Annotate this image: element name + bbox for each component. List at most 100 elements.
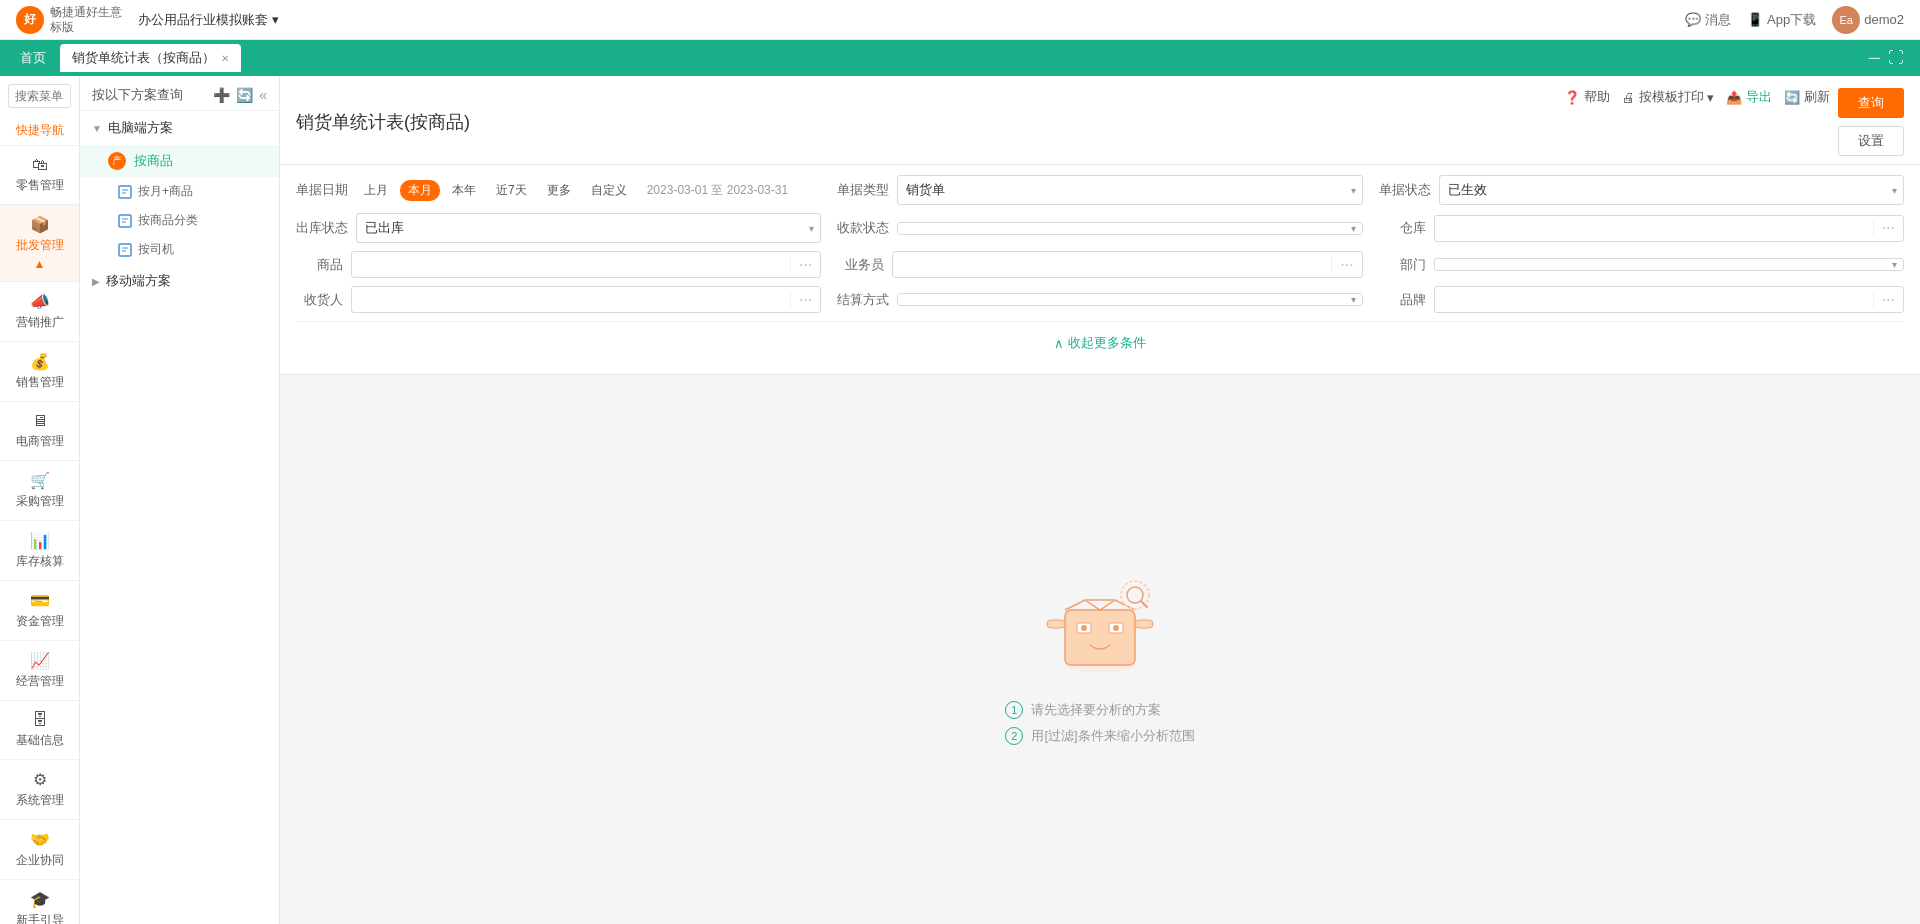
btn-this-month[interactable]: 本月 bbox=[400, 180, 440, 201]
doc-status-label: 单据状态 bbox=[1379, 181, 1439, 199]
maximize-icon[interactable]: ⛶ bbox=[1888, 49, 1904, 67]
help-button[interactable]: ❓ 帮助 bbox=[1564, 88, 1610, 106]
refresh-icon: 🔄 bbox=[1784, 90, 1800, 105]
sidebar-item-finance[interactable]: 💳 资金管理 bbox=[0, 581, 79, 641]
consignee-text-input[interactable] bbox=[352, 287, 790, 312]
refresh-button[interactable]: 🔄 刷新 bbox=[1784, 88, 1830, 106]
salesman-text-input[interactable] bbox=[893, 252, 1331, 277]
step-2-num: 2 bbox=[1005, 727, 1023, 745]
btn-last7[interactable]: 近7天 bbox=[488, 180, 535, 201]
add-scheme-button[interactable]: ➕ bbox=[213, 87, 230, 103]
sidebar-item-ecommerce[interactable]: 🖥 电商管理 bbox=[0, 402, 79, 461]
expand-icon: ▲ bbox=[34, 257, 46, 271]
consignee-dots-icon[interactable]: ··· bbox=[790, 291, 820, 309]
brand-dots-icon[interactable]: ··· bbox=[1873, 291, 1903, 309]
btn-prev-month[interactable]: 上月 bbox=[356, 180, 396, 201]
sidebar-item-wholesale[interactable]: 📦 批发管理 ▲ bbox=[0, 205, 79, 282]
doc-type-select[interactable]: 销货单 ▾ bbox=[897, 175, 1362, 205]
empty-step-1: 1 请先选择要分析的方案 bbox=[1005, 701, 1194, 719]
sidebar-item-marketing[interactable]: 📣 营销推广 bbox=[0, 282, 79, 342]
sidebar-item-quick-nav[interactable]: 快捷导航 bbox=[0, 116, 79, 146]
scheme-panel: 按以下方案查询 ➕ 🔄 « ▼ 电脑端方案 产 按商品 bbox=[80, 76, 280, 924]
out-status-select[interactable]: 已出库 ▾ bbox=[356, 213, 821, 243]
user-menu[interactable]: Ea demo2 bbox=[1832, 6, 1904, 34]
warehouse-input[interactable]: ··· bbox=[1434, 215, 1904, 242]
collapse-scheme-icon[interactable]: « bbox=[259, 87, 267, 103]
filter-section: 单据日期 上月 本月 本年 近7天 更多 自定义 bbox=[280, 165, 1920, 375]
date-control: 上月 本月 本年 近7天 更多 自定义 2023-03-01 至 2023-03… bbox=[356, 180, 821, 201]
warehouse-label: 仓库 bbox=[1379, 219, 1434, 237]
filter-salesman: 业务员 ··· bbox=[837, 251, 1362, 278]
svg-point-13 bbox=[1081, 625, 1087, 631]
product-dots-icon[interactable]: ··· bbox=[790, 256, 820, 274]
scheme-sub-item-month-product[interactable]: 按月+商品 bbox=[80, 177, 279, 206]
btn-this-year[interactable]: 本年 bbox=[444, 180, 484, 201]
brand-text-input[interactable] bbox=[1435, 287, 1873, 312]
sidebar-item-newbie[interactable]: 🎓 新手引导 bbox=[0, 880, 79, 924]
topbar-left: 好 畅捷通好生意 标版 办公用品行业模拟账套 ▾ bbox=[16, 5, 287, 34]
consignee-input[interactable]: ··· bbox=[351, 286, 821, 313]
doc-status-select[interactable]: 已生效 ▾ bbox=[1439, 175, 1904, 205]
refresh-scheme-icon[interactable]: 🔄 bbox=[236, 87, 253, 103]
sidebar-item-system[interactable]: ⚙ 系统管理 bbox=[0, 760, 79, 820]
receipt-status-select[interactable]: ▾ bbox=[897, 222, 1362, 235]
salesman-input[interactable]: ··· bbox=[892, 251, 1362, 278]
desktop-group-header[interactable]: ▼ 电脑端方案 bbox=[80, 111, 279, 145]
scheme-sub-label-2: 按商品分类 bbox=[138, 212, 198, 229]
salesman-dots-icon[interactable]: ··· bbox=[1331, 256, 1361, 274]
mobile-group-arrow: ▶ bbox=[92, 276, 100, 287]
tab-report[interactable]: 销货单统计表（按商品） ✕ bbox=[60, 44, 241, 72]
tab-home[interactable]: 首页 bbox=[8, 44, 58, 72]
consignee-label: 收货人 bbox=[296, 291, 351, 309]
sidebar-item-basic[interactable]: 🗄 基础信息 bbox=[0, 701, 79, 760]
search-input[interactable] bbox=[8, 84, 71, 108]
settlement-select[interactable]: ▾ bbox=[897, 293, 1362, 306]
app-download-button[interactable]: 📱 App下载 bbox=[1747, 11, 1816, 29]
filter-warehouse: 仓库 ··· bbox=[1379, 215, 1904, 242]
svg-rect-6 bbox=[119, 244, 131, 256]
sidebar-item-operation[interactable]: 📈 经营管理 bbox=[0, 641, 79, 701]
btn-more[interactable]: 更多 bbox=[539, 180, 579, 201]
scheme-sub-icon2 bbox=[118, 214, 132, 228]
warehouse-text-input[interactable] bbox=[1435, 216, 1873, 241]
sidebar-item-sales[interactable]: 💰 销售管理 bbox=[0, 342, 79, 402]
sidebar-item-enterprise[interactable]: 🤝 企业协同 bbox=[0, 820, 79, 880]
collapse-button[interactable]: ∧ 收起更多条件 bbox=[1048, 328, 1152, 358]
download-icon: 📱 bbox=[1747, 12, 1763, 27]
export-icon: 📤 bbox=[1726, 90, 1742, 105]
product-text-input[interactable] bbox=[352, 252, 790, 277]
btn-custom[interactable]: 自定义 bbox=[583, 180, 635, 201]
inventory-icon: 📊 bbox=[30, 531, 50, 550]
print-arrow-icon[interactable]: ▾ bbox=[1707, 90, 1714, 105]
brand-input[interactable]: ··· bbox=[1434, 286, 1904, 313]
sidebar-item-inventory[interactable]: 📊 库存核算 bbox=[0, 521, 79, 581]
dept-select[interactable]: ▾ bbox=[1434, 258, 1904, 271]
print-button[interactable]: 🖨 按模板打印 bbox=[1622, 88, 1704, 106]
sidebar-search-area bbox=[0, 76, 79, 116]
out-status-label: 出库状态 bbox=[296, 219, 356, 237]
scheme-sub-item-category[interactable]: 按商品分类 bbox=[80, 206, 279, 235]
scheme-item-by-product[interactable]: 产 按商品 bbox=[80, 145, 279, 177]
out-status-control: 已出库 ▾ bbox=[356, 213, 821, 243]
scheme-sub-icon3 bbox=[118, 243, 132, 257]
workspace-selector[interactable]: 办公用品行业模拟账套 ▾ bbox=[130, 7, 287, 33]
desktop-scheme-group: ▼ 电脑端方案 产 按商品 按月+商品 按商品分类 bbox=[80, 111, 279, 264]
query-button[interactable]: 查询 bbox=[1838, 88, 1904, 118]
message-button[interactable]: 💬 消息 bbox=[1685, 11, 1731, 29]
filter-row-2: 出库状态 已出库 ▾ 收款状态 bbox=[296, 213, 1904, 243]
date-range-text: 2023-03-01 至 2023-03-31 bbox=[647, 182, 788, 199]
logo-text: 畅捷通好生意 标版 bbox=[50, 5, 122, 34]
sidebar-item-retail[interactable]: 🛍 零售管理 bbox=[0, 146, 79, 205]
sidebar-item-purchase[interactable]: 🛒 采购管理 bbox=[0, 461, 79, 521]
settlement-control: ▾ bbox=[897, 293, 1362, 306]
settings-button[interactable]: 设置 bbox=[1838, 126, 1904, 156]
minimize-icon[interactable]: ─ bbox=[1869, 49, 1880, 67]
tab-close-icon[interactable]: ✕ bbox=[221, 53, 229, 64]
consignee-control: ··· bbox=[351, 286, 821, 313]
export-button[interactable]: 📤 导出 bbox=[1726, 88, 1772, 106]
mobile-group-header[interactable]: ▶ 移动端方案 bbox=[80, 264, 279, 298]
product-input[interactable]: ··· bbox=[351, 251, 821, 278]
doc-type-label: 单据类型 bbox=[837, 181, 897, 199]
scheme-sub-item-clerk[interactable]: 按司机 bbox=[80, 235, 279, 264]
warehouse-dots-icon[interactable]: ··· bbox=[1873, 219, 1903, 237]
